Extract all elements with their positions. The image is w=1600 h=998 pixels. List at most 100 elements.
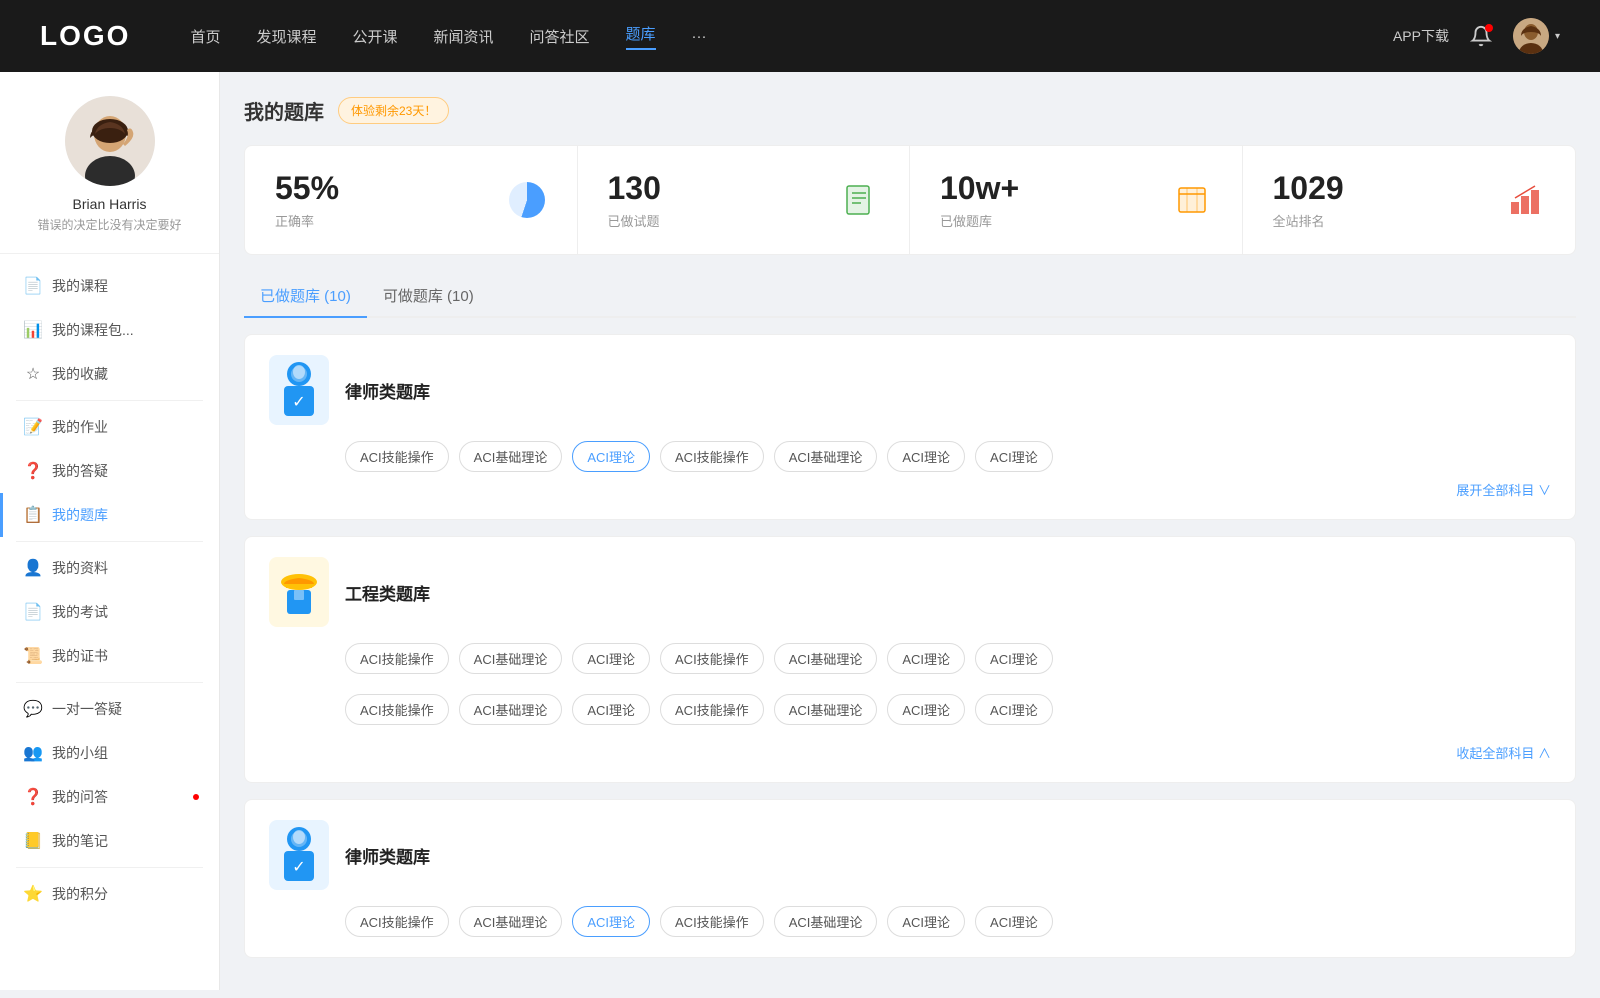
stat-done-banks: 10w+ 已做题库 [910,146,1243,254]
bank-header-engineer: 工程类题库 [269,557,1551,627]
main-nav: 首页 发现课程 公开课 新闻资讯 问答社区 题库 ··· [190,23,1393,50]
sidebar-item-profile[interactable]: 👤 我的资料 [0,546,219,590]
menu-divider-3 [16,682,203,683]
nav-opencourse[interactable]: 公开课 [352,26,397,47]
sidebar-item-label: 我的小组 [52,743,108,763]
tag[interactable]: ACI基础理论 [459,643,563,674]
rank-icon [1505,180,1545,220]
tag[interactable]: ACI理论 [975,643,1053,674]
nav-discover[interactable]: 发现课程 [256,26,316,47]
tag[interactable]: ACI技能操作 [345,441,449,472]
homework-icon: 📝 [24,418,42,436]
tag[interactable]: ACI基础理论 [774,441,878,472]
bank-icon: 📋 [24,506,42,524]
sidebar-item-certificate[interactable]: 📜 我的证书 [0,634,219,678]
tag[interactable]: ACI技能操作 [660,906,764,937]
menu-divider [16,400,203,401]
bank-tags-row-2: ACI技能操作 ACI基础理论 ACI理论 ACI技能操作 ACI基础理论 AC… [345,694,1053,725]
tag-active[interactable]: ACI理论 [572,441,650,472]
tag[interactable]: ACI基础理论 [459,694,563,725]
notes-icon: 📒 [24,832,42,850]
collapse-link[interactable]: 收起全部科目 ∧ [269,743,1551,762]
stat-label-correctrate: 正确率 [275,211,339,230]
coursepack-icon: 📊 [24,321,42,339]
sidebar-item-tutorage[interactable]: 💬 一对一答疑 [0,687,219,731]
tab-available[interactable]: 可做题库 (10) [367,275,490,316]
tag[interactable]: ACI理论 [887,441,965,472]
sidebar-item-label: 我的积分 [52,884,108,904]
tag[interactable]: ACI技能操作 [345,906,449,937]
tag[interactable]: ACI技能操作 [660,694,764,725]
tag[interactable]: ACI技能操作 [345,694,449,725]
stat-correctrate: 55% 正确率 [245,146,578,254]
page-header: 我的题库 体验剩余23天！ [244,96,1576,125]
bank-card-lawyer-1: ✓ 律师类题库 ACI技能操作 ACI基础理论 ACI理论 ACI技能操作 AC… [244,334,1576,520]
sidebar-item-label: 我的证书 [52,646,108,666]
sidebar-item-label: 一对一答疑 [52,699,122,719]
sidebar-item-homework[interactable]: 📝 我的作业 [0,405,219,449]
bank-tags-lawyer2: ACI技能操作 ACI基础理论 ACI理论 ACI技能操作 ACI基础理论 AC… [269,906,1551,937]
correctrate-icon [507,180,547,220]
sidebar-item-myqa[interactable]: ❓ 我的问答 [0,775,219,819]
tag[interactable]: ACI基础理论 [459,441,563,472]
sidebar-item-points[interactable]: ⭐ 我的积分 [0,872,219,916]
tag[interactable]: ACI基础理论 [774,906,878,937]
logo[interactable]: LOGO [40,20,130,52]
menu-divider-2 [16,541,203,542]
page-title: 我的题库 [244,96,324,125]
bank-header: ✓ 律师类题库 [269,355,1551,425]
nav-qa[interactable]: 问答社区 [530,26,590,47]
bank-card-lawyer-2: ✓ 律师类题库 ACI技能操作 ACI基础理论 ACI理论 ACI技能操作 AC… [244,799,1576,958]
tag[interactable]: ACI理论 [975,906,1053,937]
app-download-link[interactable]: APP下载 [1393,26,1449,46]
stat-value-done: 130 [608,170,661,207]
nav-more[interactable]: ··· [692,28,707,45]
sidebar-item-questions[interactable]: ❓ 我的答疑 [0,449,219,493]
tag[interactable]: ACI基础理论 [774,643,878,674]
avatar-image [65,96,155,186]
header-avatar [1513,18,1549,54]
notification-button[interactable] [1469,24,1493,48]
bank-tags: ACI技能操作 ACI基础理论 ACI理论 ACI技能操作 ACI基础理论 AC… [269,441,1551,472]
bank-tags-engineer: ACI技能操作 ACI基础理论 ACI理论 ACI技能操作 ACI基础理论 AC… [269,643,1551,735]
tag[interactable]: ACI基础理论 [774,694,878,725]
sidebar-item-favorites[interactable]: ☆ 我的收藏 [0,352,219,396]
nav-home[interactable]: 首页 [190,26,220,47]
stat-value-correctrate: 55% [275,170,339,207]
engineer-svg [274,562,324,622]
nav-news[interactable]: 新闻资讯 [434,26,494,47]
menu-divider-4 [16,867,203,868]
sidebar-item-group[interactable]: 👥 我的小组 [0,731,219,775]
tag[interactable]: ACI技能操作 [660,441,764,472]
lawyer2-icon: ✓ [269,820,329,890]
tag[interactable]: ACI理论 [887,643,965,674]
sidebar-item-label: 我的笔记 [52,831,108,851]
tag[interactable]: ACI理论 [572,694,650,725]
avatar [65,96,155,186]
stat-rank: 1029 全站排名 [1243,146,1576,254]
sidebar-item-notes[interactable]: 📒 我的笔记 [0,819,219,863]
unread-dot [193,794,199,800]
sidebar-item-mycourse[interactable]: 📄 我的课程 [0,264,219,308]
profile-motto: 错误的决定比没有决定要好 [20,216,199,233]
tag[interactable]: ACI理论 [887,906,965,937]
sidebar-item-questionbank[interactable]: 📋 我的题库 [0,493,219,537]
tag-active[interactable]: ACI理论 [572,906,650,937]
chevron-down-icon: ▾ [1555,31,1560,42]
tag[interactable]: ACI理论 [887,694,965,725]
sidebar-item-exam[interactable]: 📄 我的考试 [0,590,219,634]
qa-icon: ❓ [24,788,42,806]
user-menu[interactable]: ▾ [1513,18,1560,54]
tab-done[interactable]: 已做题库 (10) [244,275,367,316]
tag[interactable]: ACI技能操作 [345,643,449,674]
nav-questionbank[interactable]: 题库 [626,23,656,50]
tag[interactable]: ACI理论 [975,694,1053,725]
sidebar-item-coursepack[interactable]: 📊 我的课程包... [0,308,219,352]
tag[interactable]: ACI理论 [975,441,1053,472]
tag[interactable]: ACI技能操作 [660,643,764,674]
tag[interactable]: ACI基础理论 [459,906,563,937]
notification-dot [1485,24,1493,32]
done-banks-icon [1172,180,1212,220]
expand-link[interactable]: 展开全部科目 ∨ [269,480,1551,499]
tag[interactable]: ACI理论 [572,643,650,674]
